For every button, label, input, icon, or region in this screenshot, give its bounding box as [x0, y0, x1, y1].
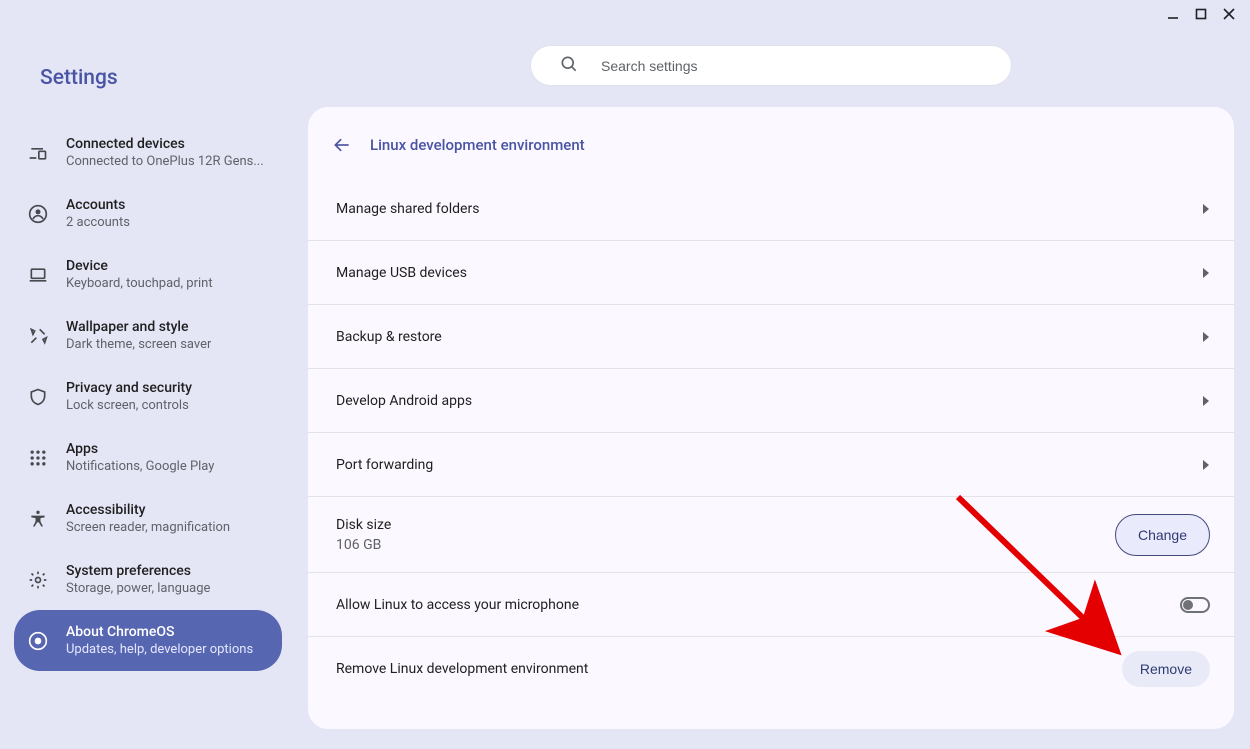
row-port-forwarding[interactable]: Port forwarding — [308, 433, 1234, 497]
panel-title: Linux development environment — [370, 136, 585, 154]
sidebar-item-label: About ChromeOS — [66, 624, 253, 640]
sidebar-item-label: System preferences — [66, 563, 210, 579]
sidebar-item-privacy[interactable]: Privacy and security Lock screen, contro… — [14, 366, 282, 427]
row-title: Remove Linux development environment — [336, 661, 588, 677]
sidebar-item-sub: Dark theme, screen saver — [66, 337, 211, 352]
search-icon — [559, 54, 579, 78]
row-title: Manage USB devices — [336, 265, 467, 281]
laptop-icon — [28, 265, 48, 285]
row-title: Disk size — [336, 517, 391, 533]
sidebar-item-label: Accessibility — [66, 502, 230, 518]
sidebar-item-about[interactable]: About ChromeOS Updates, help, developer … — [14, 610, 282, 671]
row-manage-usb-devices[interactable]: Manage USB devices — [308, 241, 1234, 305]
chevron-right-icon — [1202, 268, 1210, 278]
sidebar-item-sub: Storage, power, language — [66, 581, 210, 596]
sidebar-item-apps[interactable]: Apps Notifications, Google Play — [14, 427, 282, 488]
sidebar: Settings Connected devices Connected to … — [0, 28, 290, 749]
sidebar-item-system-prefs[interactable]: System preferences Storage, power, langu… — [14, 549, 282, 610]
row-backup-restore[interactable]: Backup & restore — [308, 305, 1234, 369]
row-title: Develop Android apps — [336, 393, 472, 409]
devices-icon — [28, 143, 48, 163]
sidebar-item-wallpaper[interactable]: Wallpaper and style Dark theme, screen s… — [14, 305, 282, 366]
search-bar[interactable] — [531, 46, 1011, 85]
microphone-toggle[interactable] — [1180, 597, 1210, 613]
close-icon[interactable] — [1222, 7, 1236, 21]
account-icon — [28, 204, 48, 224]
remove-button[interactable]: Remove — [1122, 651, 1210, 687]
disk-size-value: 106 GB — [336, 537, 391, 553]
row-develop-android-apps[interactable]: Develop Android apps — [308, 369, 1234, 433]
sidebar-item-accounts[interactable]: Accounts 2 accounts — [14, 183, 282, 244]
chevron-right-icon — [1202, 332, 1210, 342]
chevron-right-icon — [1202, 460, 1210, 470]
sidebar-item-sub: Notifications, Google Play — [66, 459, 214, 474]
app-title: Settings — [0, 40, 290, 122]
sidebar-item-label: Apps — [66, 441, 214, 457]
sidebar-item-sub: Keyboard, touchpad, print — [66, 276, 213, 291]
chevron-right-icon — [1202, 396, 1210, 406]
style-icon — [28, 326, 48, 346]
sidebar-item-accessibility[interactable]: Accessibility Screen reader, magnificati… — [14, 488, 282, 549]
chevron-right-icon — [1202, 204, 1210, 214]
search-input[interactable] — [601, 58, 983, 74]
accessibility-icon — [28, 509, 48, 529]
sidebar-item-label: Accounts — [66, 197, 130, 213]
row-manage-shared-folders[interactable]: Manage shared folders — [308, 177, 1234, 241]
row-title: Port forwarding — [336, 457, 433, 473]
row-microphone-access: Allow Linux to access your microphone — [308, 573, 1234, 637]
sidebar-item-sub: Updates, help, developer options — [66, 642, 253, 657]
sidebar-item-sub: Lock screen, controls — [66, 398, 192, 413]
row-title: Manage shared folders — [336, 201, 479, 217]
row-title: Allow Linux to access your microphone — [336, 597, 579, 613]
row-title: Backup & restore — [336, 329, 442, 345]
row-disk-size: Disk size 106 GB Change — [308, 497, 1234, 573]
sidebar-item-sub: Screen reader, magnification — [66, 520, 230, 535]
sidebar-item-label: Wallpaper and style — [66, 319, 211, 335]
apps-grid-icon — [28, 448, 48, 468]
content-panel: Linux development environment Manage sha… — [308, 107, 1234, 729]
gear-icon — [28, 570, 48, 590]
sidebar-item-label: Connected devices — [66, 136, 264, 152]
chrome-icon — [28, 631, 48, 651]
shield-icon — [28, 387, 48, 407]
back-arrow-icon[interactable] — [332, 135, 352, 155]
window-titlebar — [0, 0, 1250, 28]
row-remove-linux: Remove Linux development environment Rem… — [308, 637, 1234, 701]
sidebar-item-label: Privacy and security — [66, 380, 192, 396]
sidebar-item-device[interactable]: Device Keyboard, touchpad, print — [14, 244, 282, 305]
change-button[interactable]: Change — [1115, 514, 1210, 556]
maximize-icon[interactable] — [1194, 7, 1208, 21]
sidebar-item-sub: Connected to OnePlus 12R Gens... — [66, 154, 264, 169]
sidebar-item-label: Device — [66, 258, 213, 274]
sidebar-item-connected-devices[interactable]: Connected devices Connected to OnePlus 1… — [14, 122, 282, 183]
sidebar-item-sub: 2 accounts — [66, 215, 130, 230]
minimize-icon[interactable] — [1166, 7, 1180, 21]
